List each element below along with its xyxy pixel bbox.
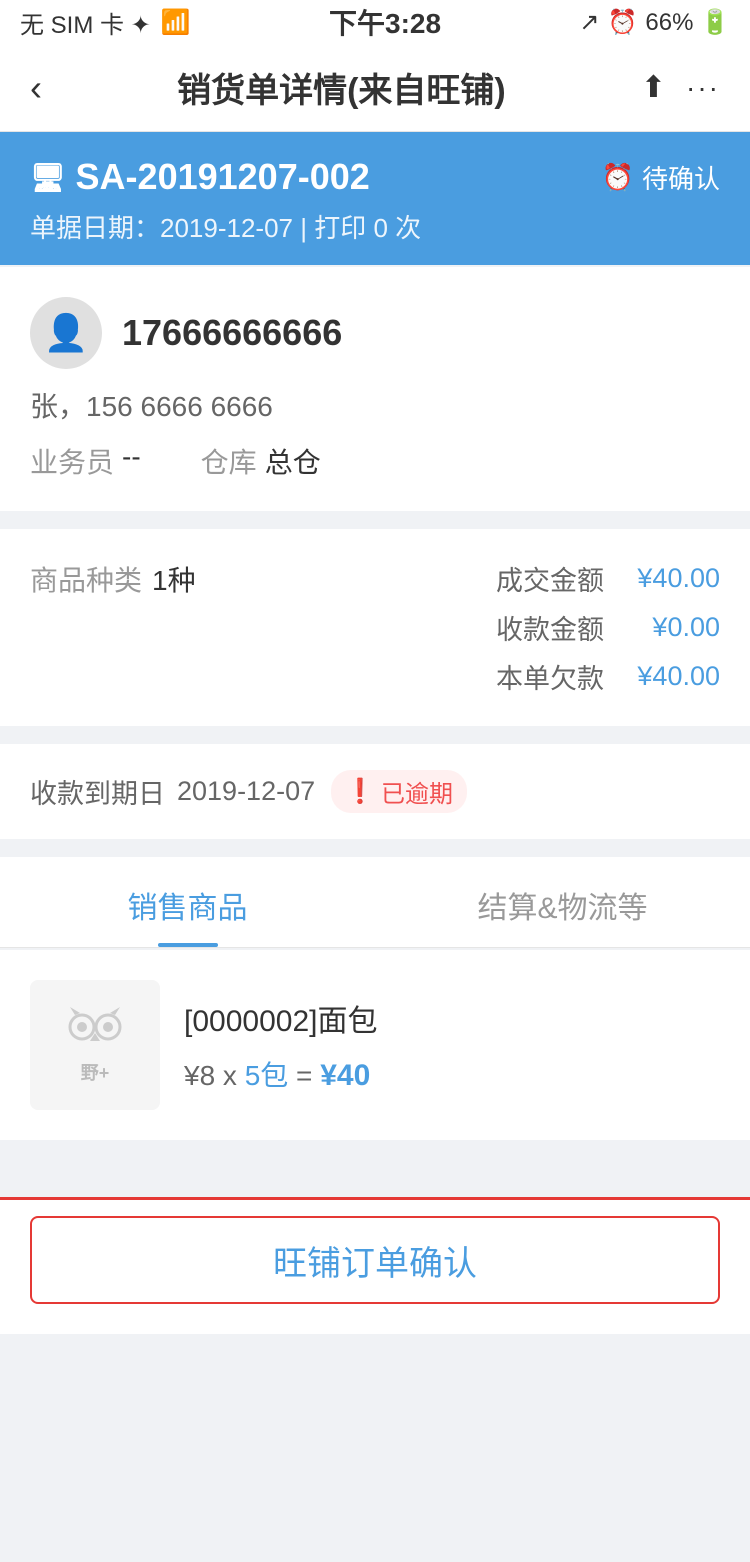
divider-1 (0, 513, 750, 529)
product-name: [0000002]面包 (184, 996, 720, 1040)
warning-icon: ❗ (345, 777, 375, 806)
received-label: 收款金额 (496, 608, 604, 647)
balance-value: ¥40.00 (620, 661, 720, 692)
deal-amount-row: 成交金额 ¥40.00 (496, 559, 720, 598)
due-label: 收款到期日 (30, 772, 165, 811)
status-time: 下午3:28 (329, 2, 441, 42)
price-sep: = (288, 1060, 320, 1091)
summary-right: 成交金额 ¥40.00 收款金额 ¥0.00 本单欠款 ¥40.00 (496, 559, 720, 696)
overdue-badge: ❗ 已逾期 (331, 770, 467, 813)
customer-name: 张，156 6666 6666 (30, 385, 720, 425)
due-date-card: 收款到期日 2019-12-07 ❗ 已逾期 (0, 744, 750, 839)
tabs-bar: 销售商品 结算&物流等 (0, 857, 750, 948)
summary-card: 商品种类 1种 成交金额 ¥40.00 收款金额 ¥0.00 本单欠款 ¥40.… (0, 529, 750, 726)
nav-bar: ‹ 销货单详情(来自旺铺) ⬆ ··· (0, 44, 750, 132)
divider-2 (0, 728, 750, 744)
nav-right: ⬆ ··· (641, 70, 720, 105)
warehouse-label: 仓库 (201, 441, 257, 481)
staff-value: -- (122, 441, 141, 481)
deal-amount-label: 成交金额 (496, 559, 604, 598)
balance-label: 本单欠款 (496, 657, 604, 696)
page-title: 销货单详情(来自旺铺) (177, 63, 506, 112)
bottom-spacer (0, 1422, 750, 1562)
clock-icon: ⏰ (602, 162, 634, 193)
customer-card: 👤 17666666666 张，156 6666 6666 业务员 -- 仓库 … (0, 267, 750, 511)
product-price: ¥8 x 5包 = ¥40 (184, 1054, 720, 1094)
price-qty: 5包 (245, 1060, 289, 1091)
battery: 66% 🔋 (645, 8, 730, 37)
alarm-icon: ⏰ (608, 8, 638, 37)
order-id: 🖥 SA-20191207-002 (30, 156, 370, 198)
product-card: 野+ [0000002]面包 ¥8 x 5包 = ¥40 (0, 950, 750, 1140)
sim-signal: 无 SIM 卡 ✦ (20, 5, 151, 40)
order-date: 单据日期：2019-12-07 | 打印 0 次 (30, 208, 720, 245)
customer-phone: 17666666666 (122, 312, 342, 354)
back-button[interactable]: ‹ (30, 67, 42, 109)
product-type-label: 商品种类 (30, 559, 142, 599)
more-icon[interactable]: ··· (686, 72, 720, 104)
tab-settlement[interactable]: 结算&物流等 (375, 857, 750, 947)
received-value: ¥0.00 (620, 612, 720, 643)
owl-logo-icon (60, 1005, 130, 1055)
order-header: 🖥 SA-20191207-002 ⏰ 待确认 单据日期：2019-12-07 … (0, 132, 750, 265)
price-base: ¥8 x (184, 1060, 245, 1091)
confirm-order-button[interactable]: 旺铺订单确认 (30, 1216, 720, 1304)
overdue-text: 已逾期 (381, 774, 453, 809)
bottom-bar: 旺铺订单确认 (0, 1197, 750, 1334)
status-right: ↗ ⏰ 66% 🔋 (579, 8, 730, 37)
product-type-value: 1种 (152, 559, 196, 599)
price-total: ¥40 (320, 1059, 370, 1092)
product-thumbnail: 野+ (30, 980, 160, 1110)
share-icon[interactable]: ⬆ (641, 70, 666, 105)
due-date: 2019-12-07 (177, 776, 315, 807)
divider-3 (0, 841, 750, 857)
status-left: 无 SIM 卡 ✦ 📶 (20, 5, 191, 40)
balance-row: 本单欠款 ¥40.00 (496, 657, 720, 696)
customer-meta: 业务员 -- 仓库 总仓 (30, 441, 720, 481)
warehouse-value: 总仓 (265, 441, 321, 481)
product-info: [0000002]面包 ¥8 x 5包 = ¥40 (184, 996, 720, 1094)
status-bar: 无 SIM 卡 ✦ 📶 下午3:28 ↗ ⏰ 66% 🔋 (0, 0, 750, 44)
staff-label: 业务员 (30, 441, 114, 481)
order-status: ⏰ 待确认 (602, 159, 720, 196)
avatar: 👤 (30, 297, 102, 369)
nav-left: ‹ (30, 67, 42, 109)
order-icon: 🖥 (30, 161, 66, 194)
location-icon: ↗ (579, 8, 599, 37)
person-icon: 👤 (44, 312, 89, 354)
received-amount-row: 收款金额 ¥0.00 (496, 608, 720, 647)
wifi-icon: 📶 (161, 8, 191, 37)
tab-sales[interactable]: 销售商品 (0, 857, 375, 947)
product-type-row: 商品种类 1种 (30, 559, 196, 599)
deal-amount-value: ¥40.00 (620, 563, 720, 594)
